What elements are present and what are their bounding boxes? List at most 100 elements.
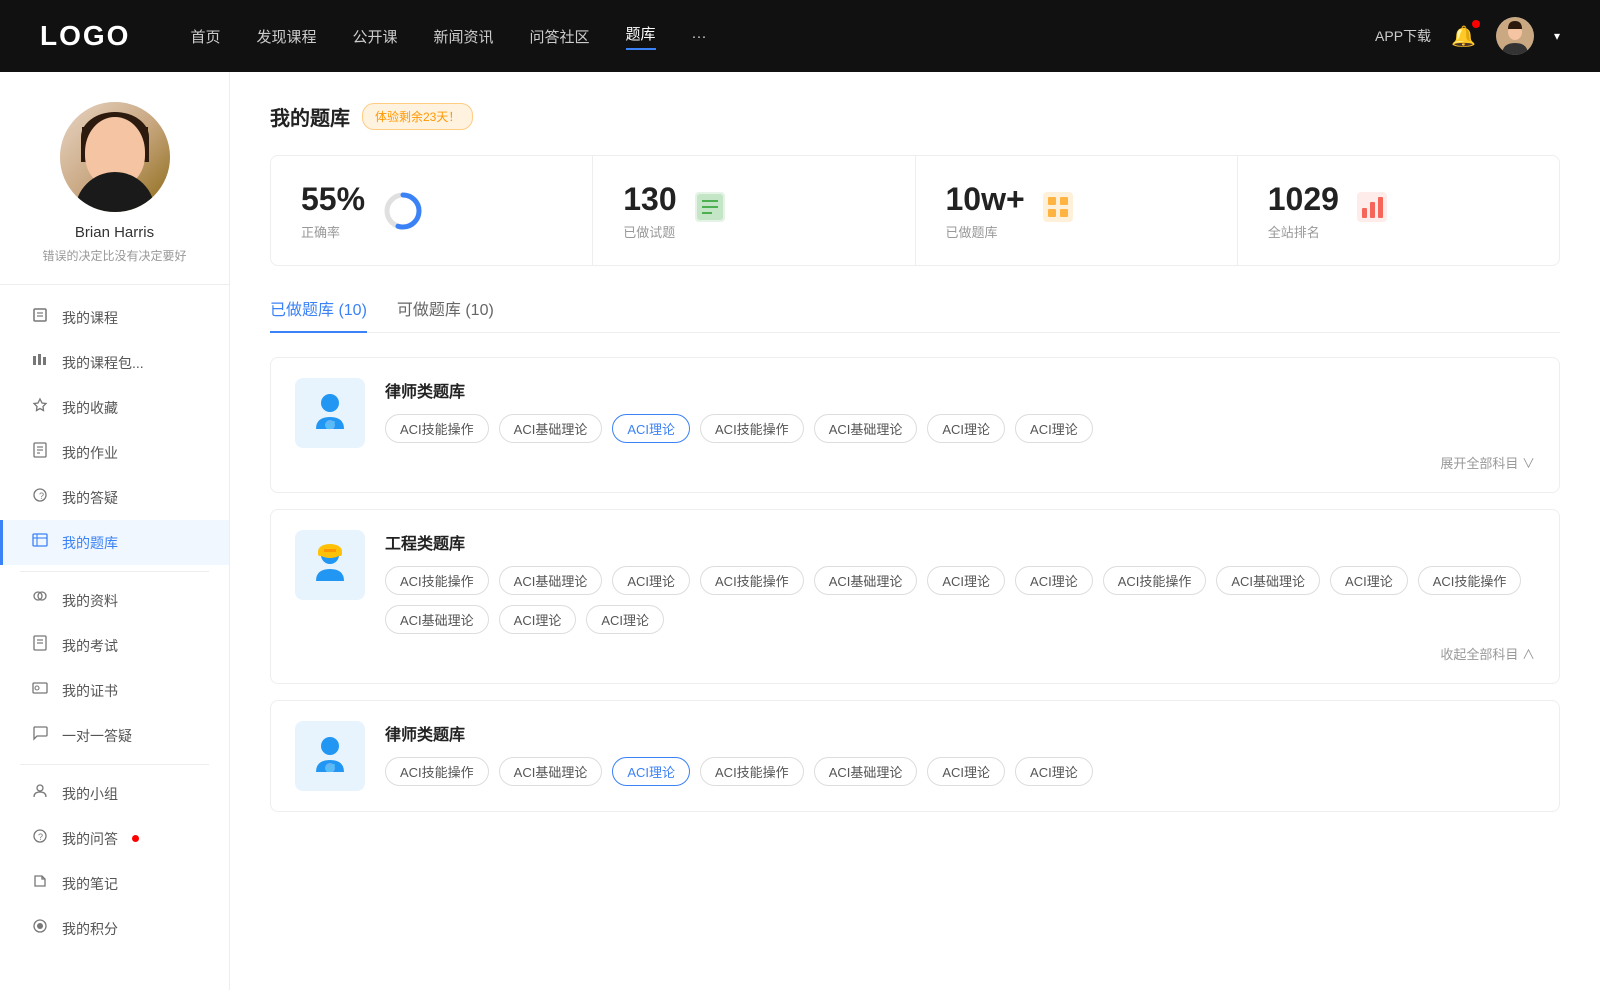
sidebar-item-favorites[interactable]: 我的收藏 bbox=[0, 385, 229, 430]
stat-label-done: 已做试题 bbox=[623, 222, 676, 241]
nav-link-opencourse[interactable]: 公开课 bbox=[352, 26, 397, 47]
tag-0-5[interactable]: ACI理论 bbox=[927, 414, 1005, 443]
svg-text:?: ? bbox=[38, 832, 43, 842]
qbank-header-0: 律师类题库 ACI技能操作 ACI基础理论 ACI理论 ACI技能操作 ACI基… bbox=[295, 378, 1535, 472]
sidebar-item-myqa[interactable]: ? 我的问答 bbox=[0, 816, 229, 861]
qa-icon: ? bbox=[30, 487, 50, 508]
tag-0-6[interactable]: ACI理论 bbox=[1015, 414, 1093, 443]
tag-2-1[interactable]: ACI基础理论 bbox=[499, 757, 603, 786]
myqa-icon: ? bbox=[30, 828, 50, 849]
sidebar-item-mycert[interactable]: 我的证书 bbox=[0, 668, 229, 713]
sidebar-label-homework: 我的作业 bbox=[62, 443, 118, 463]
nav-right: APP下载 🔔 ▾ bbox=[1375, 17, 1560, 55]
nav-link-qa[interactable]: 问答社区 bbox=[530, 26, 590, 47]
tag-0-1[interactable]: ACI基础理论 bbox=[499, 414, 603, 443]
qbank-header-2: 律师类题库 ACI技能操作 ACI基础理论 ACI理论 ACI技能操作 ACI基… bbox=[295, 721, 1535, 791]
tag-0-2[interactable]: ACI理论 bbox=[612, 414, 690, 443]
tag-1-1[interactable]: ACI基础理论 bbox=[499, 566, 603, 595]
stat-correctrate: 55% 正确率 bbox=[271, 156, 593, 265]
sidebar-label-mypoints: 我的积分 bbox=[62, 919, 118, 939]
stat-text-banks: 10w+ 已做题库 bbox=[946, 180, 1025, 241]
qbank-body-1: 工程类题库 ACI技能操作 ACI基础理论 ACI理论 ACI技能操作 ACI基… bbox=[385, 530, 1535, 663]
tag-1-3[interactable]: ACI技能操作 bbox=[700, 566, 804, 595]
sidebar-item-mypoints[interactable]: 我的积分 bbox=[0, 906, 229, 951]
app-download-button[interactable]: APP下载 bbox=[1375, 26, 1431, 46]
stat-ranking: 1029 全站排名 bbox=[1238, 156, 1559, 265]
tag-1-7[interactable]: ACI技能操作 bbox=[1103, 566, 1207, 595]
svg-text:?: ? bbox=[39, 491, 44, 501]
tag-0-0[interactable]: ACI技能操作 bbox=[385, 414, 489, 443]
tag-2-5[interactable]: ACI理论 bbox=[927, 757, 1005, 786]
qbank-icon bbox=[30, 532, 50, 553]
sidebar-item-myexam[interactable]: 我的考试 bbox=[0, 623, 229, 668]
nav-link-more[interactable]: ··· bbox=[692, 28, 707, 45]
tag-1-6[interactable]: ACI理论 bbox=[1015, 566, 1093, 595]
sidebar-label-1on1: 一对一答疑 bbox=[62, 726, 132, 746]
tab-available-banks[interactable]: 可做题库 (10) bbox=[397, 296, 494, 332]
stat-text-done: 130 已做试题 bbox=[623, 180, 676, 241]
homework-icon bbox=[30, 442, 50, 463]
qbank-tags-1: ACI技能操作 ACI基础理论 ACI理论 ACI技能操作 ACI基础理论 AC… bbox=[385, 566, 1535, 634]
sidebar-item-mydata[interactable]: 我的资料 bbox=[0, 578, 229, 623]
page-header: 我的题库 体验剩余23天！ bbox=[270, 102, 1560, 131]
tag-1-4[interactable]: ACI基础理论 bbox=[814, 566, 918, 595]
stat-label-rank: 全站排名 bbox=[1268, 222, 1339, 241]
tag-2-4[interactable]: ACI基础理论 bbox=[814, 757, 918, 786]
sidebar-item-myanswer[interactable]: ? 我的答疑 bbox=[0, 475, 229, 520]
tag-1-5[interactable]: ACI理论 bbox=[927, 566, 1005, 595]
nav-link-news[interactable]: 新闻资讯 bbox=[434, 26, 494, 47]
tag-1-9[interactable]: ACI理论 bbox=[1330, 566, 1408, 595]
tag-1-2[interactable]: ACI理论 bbox=[612, 566, 690, 595]
stat-text-correctrate: 55% 正确率 bbox=[301, 180, 365, 241]
nav-link-discover[interactable]: 发现课程 bbox=[256, 26, 316, 47]
qbank-icon-lawyer-0 bbox=[295, 378, 365, 448]
tag-1-12[interactable]: ACI理论 bbox=[499, 605, 577, 634]
sidebar-item-mynotes[interactable]: 我的笔记 bbox=[0, 861, 229, 906]
user-avatar[interactable] bbox=[1496, 17, 1534, 55]
tag-1-13[interactable]: ACI理论 bbox=[586, 605, 664, 634]
tag-2-2[interactable]: ACI理论 bbox=[612, 757, 690, 786]
qbank-title-1: 工程类题库 bbox=[385, 530, 1535, 554]
tag-2-6[interactable]: ACI理论 bbox=[1015, 757, 1093, 786]
tag-0-3[interactable]: ACI技能操作 bbox=[700, 414, 804, 443]
stat-label-correctrate: 正确率 bbox=[301, 222, 365, 241]
avatar-body bbox=[75, 172, 155, 212]
tab-done-banks[interactable]: 已做题库 (10) bbox=[270, 296, 367, 332]
nav-link-qbank[interactable]: 题库 bbox=[626, 23, 656, 50]
sidebar-menu: 我的课程 我的课程包... 我的收藏 我的作业 bbox=[0, 285, 229, 961]
tag-1-10[interactable]: ACI技能操作 bbox=[1418, 566, 1522, 595]
tag-1-11[interactable]: ACI基础理论 bbox=[385, 605, 489, 634]
stat-value-rank: 1029 bbox=[1268, 180, 1339, 218]
sidebar-item-1on1[interactable]: 一对一答疑 bbox=[0, 713, 229, 758]
expand-link-1[interactable]: 收起全部科目 ∧ bbox=[385, 644, 1535, 663]
tag-2-3[interactable]: ACI技能操作 bbox=[700, 757, 804, 786]
main-content: 我的题库 体验剩余23天！ 55% 正确率 130 bbox=[230, 72, 1600, 990]
qbank-title-0: 律师类题库 bbox=[385, 378, 1535, 402]
profile-motto: 错误的决定比没有决定要好 bbox=[42, 247, 186, 264]
course-icon bbox=[30, 307, 50, 328]
expand-link-0[interactable]: 展开全部科目 ∨ bbox=[385, 453, 1535, 472]
notification-bell[interactable]: 🔔 bbox=[1451, 24, 1476, 49]
sidebar-item-homework[interactable]: 我的作业 bbox=[0, 430, 229, 475]
notification-badge bbox=[1472, 20, 1480, 28]
nav-link-home[interactable]: 首页 bbox=[190, 26, 220, 47]
qa-notification-dot bbox=[132, 835, 139, 842]
page-title: 我的题库 bbox=[270, 102, 350, 131]
correctrate-chart bbox=[381, 189, 425, 233]
profile-avatar bbox=[60, 102, 170, 212]
tag-1-0[interactable]: ACI技能操作 bbox=[385, 566, 489, 595]
sidebar-item-mycourse[interactable]: 我的课程 bbox=[0, 295, 229, 340]
tag-0-4[interactable]: ACI基础理论 bbox=[814, 414, 918, 443]
tag-1-8[interactable]: ACI基础理论 bbox=[1216, 566, 1320, 595]
tag-2-0[interactable]: ACI技能操作 bbox=[385, 757, 489, 786]
sidebar-item-myqbank[interactable]: 我的题库 bbox=[0, 520, 229, 565]
sidebar-item-mygroup[interactable]: 我的小组 bbox=[0, 771, 229, 816]
sidebar-label-mygroup: 我的小组 bbox=[62, 784, 118, 804]
qbank-section-1: 工程类题库 ACI技能操作 ACI基础理论 ACI理论 ACI技能操作 ACI基… bbox=[270, 509, 1560, 684]
star-icon bbox=[30, 397, 50, 418]
sidebar-item-coursepack[interactable]: 我的课程包... bbox=[0, 340, 229, 385]
sidebar-label-myqa: 我的问答 bbox=[62, 829, 118, 849]
navbar: LOGO 首页 发现课程 公开课 新闻资讯 问答社区 题库 ··· APP下载 … bbox=[0, 0, 1600, 72]
user-dropdown-arrow[interactable]: ▾ bbox=[1554, 29, 1560, 43]
exam-icon bbox=[30, 635, 50, 656]
